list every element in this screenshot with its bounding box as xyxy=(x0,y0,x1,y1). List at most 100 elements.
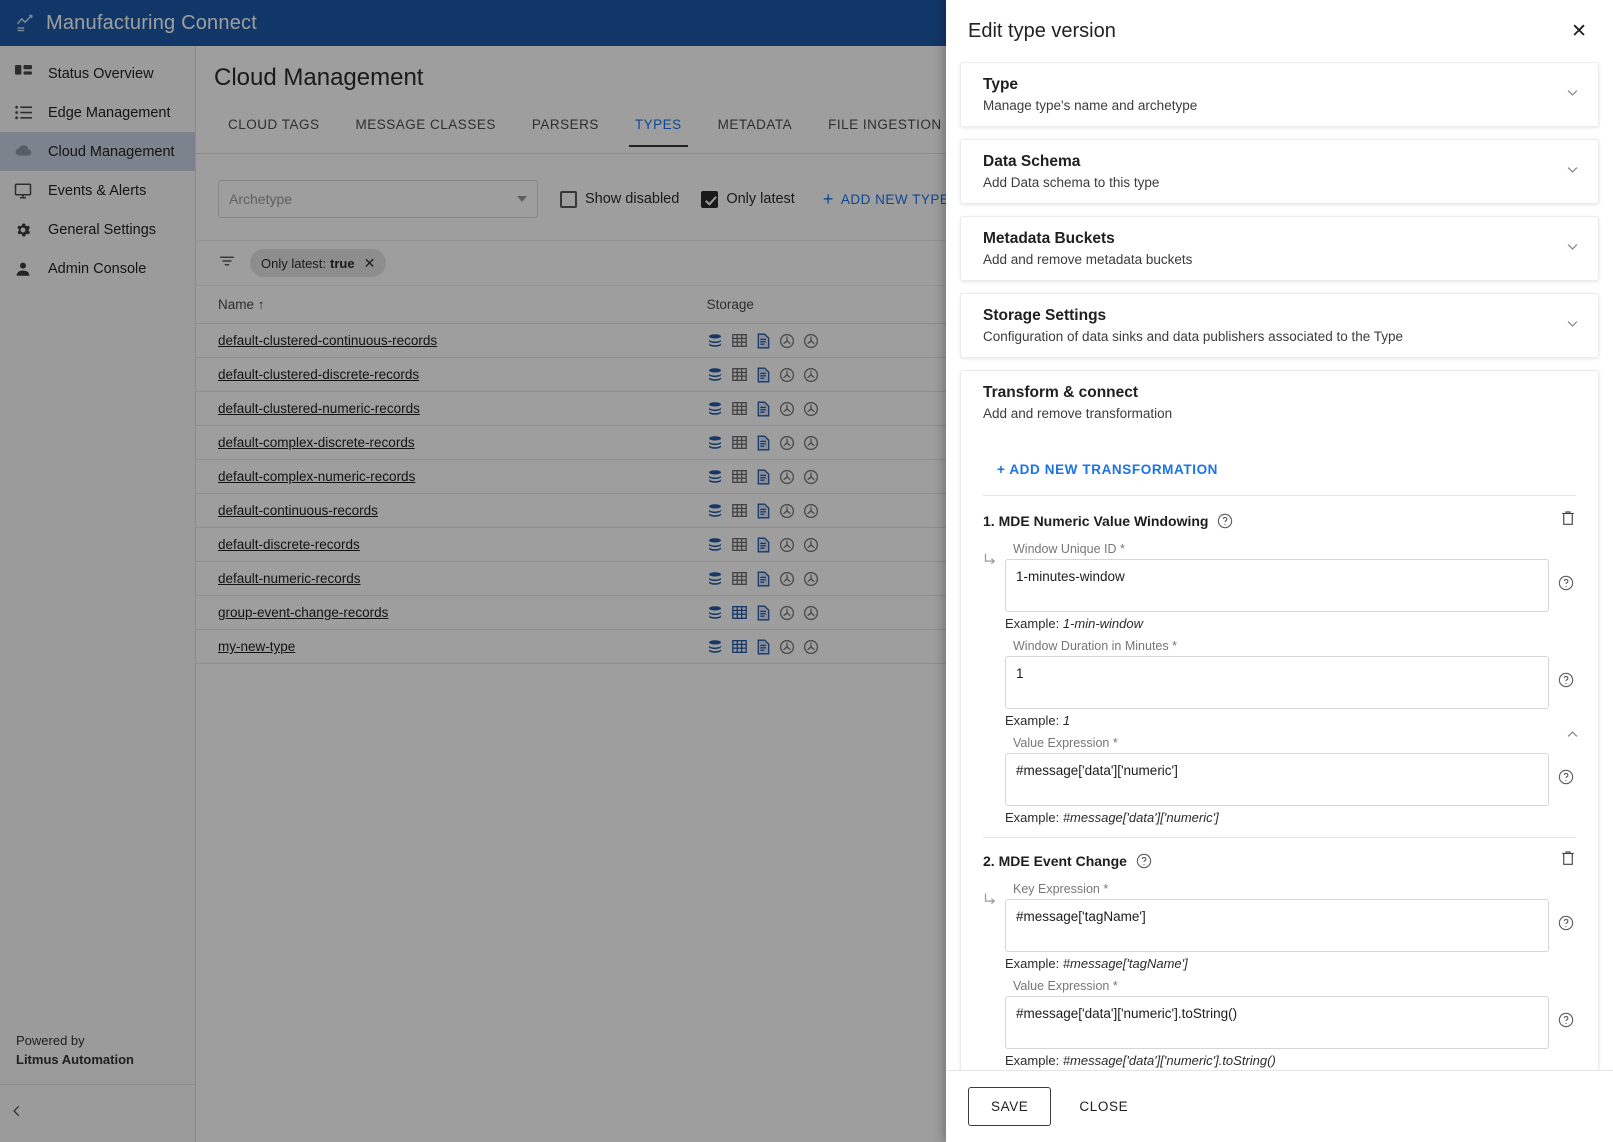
accordion-title: Storage Settings xyxy=(983,307,1558,325)
accordion-subtitle: Add and remove metadata buckets xyxy=(983,252,1558,267)
field-example: Example: #message['data']['numeric'] xyxy=(1005,806,1576,827)
accordion-section-transform-connect: Transform & connect Add and remove trans… xyxy=(960,370,1599,1070)
field-input-row xyxy=(1005,753,1576,806)
accordion-header: Storage Settings Configuration of data s… xyxy=(961,294,1598,357)
accordion-subtitle: Configuration of data sinks and data pub… xyxy=(983,329,1558,344)
form-field: Window Unique ID * Example: 1-min-window xyxy=(983,536,1576,633)
accordion-subtitle: Add and remove transformation xyxy=(983,406,1558,421)
transformation-items: 1. MDE Numeric Value Windowing Window Uni… xyxy=(983,510,1576,1070)
chevron-up-icon[interactable] xyxy=(1565,727,1580,747)
field-spacer xyxy=(983,633,1005,649)
transformation-header: 2. MDE Event Change xyxy=(983,850,1576,872)
accordion-subtitle: Manage type's name and archetype xyxy=(983,98,1558,113)
panel-header: Edit type version ✕ xyxy=(946,0,1613,62)
accordion-title: Type xyxy=(983,76,1558,94)
divider xyxy=(983,495,1576,496)
form-field: Value Expression * Example: #message['dat… xyxy=(983,730,1576,827)
accordion-section-type[interactable]: Type Manage type's name and archetype xyxy=(960,62,1599,127)
accordion-header: Type Manage type's name and archetype xyxy=(961,63,1598,126)
field-example-value: 1 xyxy=(1063,713,1070,728)
accordion-subtitle: Add Data schema to this type xyxy=(983,175,1558,190)
form-field: Window Duration in Minutes * Example: 1 xyxy=(983,633,1576,730)
chevron-down-icon[interactable] xyxy=(1565,162,1580,182)
chevron-down-icon[interactable] xyxy=(1565,239,1580,259)
form-field-body: Value Expression * Example: #message['dat… xyxy=(1005,730,1576,827)
chevron-down-icon[interactable] xyxy=(1565,316,1580,336)
panel-footer: SAVE CLOSE xyxy=(946,1070,1613,1142)
field-example: Example: #message['data']['numeric'].toS… xyxy=(1005,1049,1576,1070)
help-icon[interactable] xyxy=(1558,672,1576,693)
divider xyxy=(983,837,1576,838)
field-textarea[interactable] xyxy=(1005,656,1549,709)
field-input-row xyxy=(1005,996,1576,1049)
form-field-body: Value Expression * Example: #message['dat… xyxy=(1005,973,1576,1070)
field-label: Value Expression * xyxy=(1005,973,1576,996)
field-example-value: #message['tagName'] xyxy=(1063,956,1188,971)
help-icon[interactable] xyxy=(1136,853,1152,869)
field-example-prefix: Example: xyxy=(1005,713,1063,728)
transformation-title: 2. MDE Event Change xyxy=(983,853,1127,869)
field-example-prefix: Example: xyxy=(1005,616,1063,631)
help-icon[interactable] xyxy=(1558,1012,1576,1033)
subdirectory-arrow-icon xyxy=(983,536,1005,572)
cancel-button[interactable]: CLOSE xyxy=(1057,1088,1150,1125)
form-field-body: Key Expression * Example: #message['tagNa… xyxy=(1005,876,1576,973)
field-label: Key Expression * xyxy=(1005,876,1576,899)
help-icon[interactable] xyxy=(1558,575,1576,596)
field-textarea[interactable] xyxy=(1005,899,1549,952)
accordion-title: Transform & connect xyxy=(983,384,1558,402)
accordion-title: Data Schema xyxy=(983,153,1558,171)
form-field-body: Window Unique ID * Example: 1-min-window xyxy=(1005,536,1576,633)
close-icon[interactable]: ✕ xyxy=(1567,18,1591,45)
field-textarea[interactable] xyxy=(1005,753,1549,806)
transformation-header: 1. MDE Numeric Value Windowing xyxy=(983,510,1576,532)
field-example: Example: #message['tagName'] xyxy=(1005,952,1576,973)
form-field: Key Expression * Example: #message['tagNa… xyxy=(983,876,1576,973)
edit-type-version-panel: Edit type version ✕ Type Manage type's n… xyxy=(946,0,1613,1142)
app-root: Manufacturing Connect Status Overview xyxy=(0,0,1613,1142)
form-field-body: Window Duration in Minutes * Example: 1 xyxy=(1005,633,1576,730)
field-example-value: #message['data']['numeric'].toString() xyxy=(1063,1053,1276,1068)
field-input-row xyxy=(1005,899,1576,952)
field-example: Example: 1-min-window xyxy=(1005,612,1576,633)
field-label: Window Duration in Minutes * xyxy=(1005,633,1576,656)
accordion-section-metadata-buckets[interactable]: Metadata Buckets Add and remove metadata… xyxy=(960,216,1599,281)
transformation-item: 2. MDE Event Change Key Expression * Examp… xyxy=(983,850,1576,1070)
field-label: Value Expression * xyxy=(1005,730,1576,753)
field-label: Window Unique ID * xyxy=(1005,536,1576,559)
field-input-row xyxy=(1005,559,1576,612)
field-example-prefix: Example: xyxy=(1005,956,1063,971)
field-example: Example: 1 xyxy=(1005,709,1576,730)
accordion-section-storage-settings[interactable]: Storage Settings Configuration of data s… xyxy=(960,293,1599,358)
transformation-title-group: 1. MDE Numeric Value Windowing xyxy=(983,513,1233,529)
field-example-prefix: Example: xyxy=(1005,810,1063,825)
field-textarea[interactable] xyxy=(1005,559,1549,612)
field-input-row xyxy=(1005,656,1576,709)
delete-transformation-icon[interactable] xyxy=(1560,510,1576,532)
accordion-section-data-schema[interactable]: Data Schema Add Data schema to this type xyxy=(960,139,1599,204)
panel-body: Type Manage type's name and archetype Da… xyxy=(946,62,1613,1070)
delete-transformation-icon[interactable] xyxy=(1560,850,1576,872)
form-field: Value Expression * Example: #message['dat… xyxy=(983,973,1576,1070)
field-example-value: #message['data']['numeric'] xyxy=(1063,810,1219,825)
help-icon[interactable] xyxy=(1558,915,1576,936)
transform-list: + ADD NEW TRANSFORMATION 1. MDE Numeric … xyxy=(961,434,1598,1070)
chevron-down-icon[interactable] xyxy=(1565,85,1580,105)
save-button[interactable]: SAVE xyxy=(968,1087,1051,1126)
accordion-header: Data Schema Add Data schema to this type xyxy=(961,140,1598,203)
field-textarea[interactable] xyxy=(1005,996,1549,1049)
accordion-header: Metadata Buckets Add and remove metadata… xyxy=(961,217,1598,280)
panel-title: Edit type version xyxy=(968,20,1116,43)
field-example-prefix: Example: xyxy=(1005,1053,1063,1068)
transformation-title: 1. MDE Numeric Value Windowing xyxy=(983,513,1208,529)
help-icon[interactable] xyxy=(1217,513,1233,529)
subdirectory-arrow-icon xyxy=(983,876,1005,912)
transformation-item: 1. MDE Numeric Value Windowing Window Uni… xyxy=(983,510,1576,838)
field-spacer xyxy=(983,973,1005,989)
transformation-title-group: 2. MDE Event Change xyxy=(983,853,1152,869)
accordion-header[interactable]: Transform & connect Add and remove trans… xyxy=(961,371,1598,434)
accordion-title: Metadata Buckets xyxy=(983,230,1558,248)
add-new-transformation-button[interactable]: + ADD NEW TRANSFORMATION xyxy=(983,434,1576,495)
field-example-value: 1-min-window xyxy=(1063,616,1143,631)
help-icon[interactable] xyxy=(1558,769,1576,790)
